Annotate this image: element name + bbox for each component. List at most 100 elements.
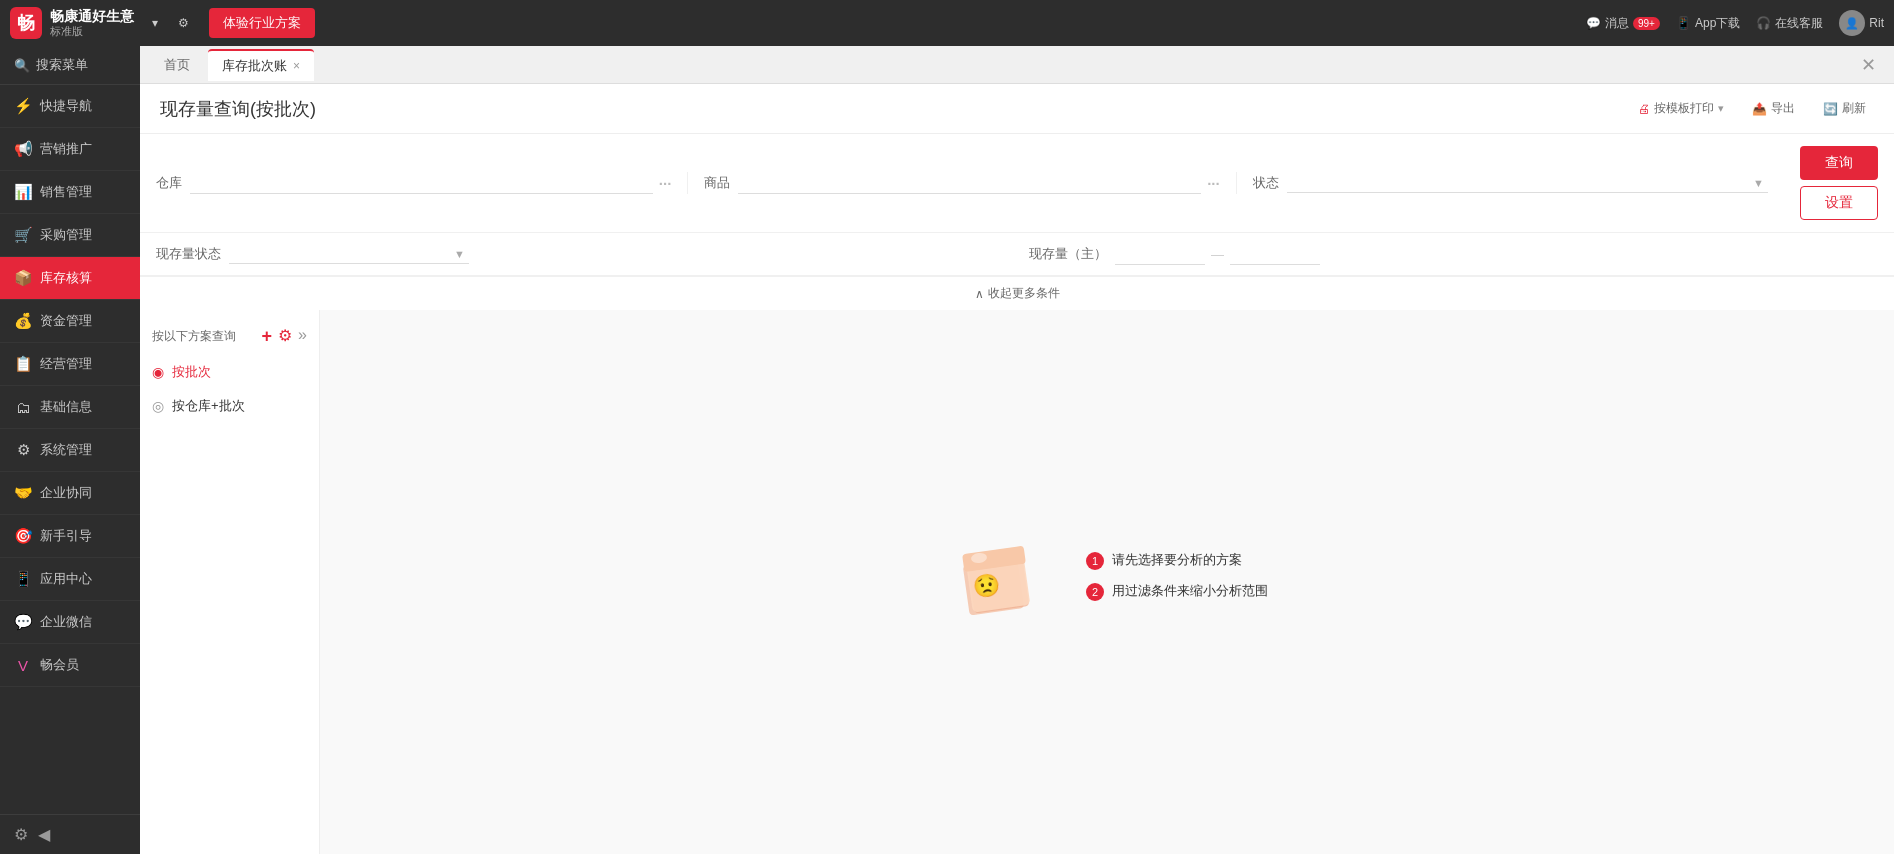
product-input[interactable] <box>738 172 1201 194</box>
search-label: 搜索菜单 <box>36 56 88 74</box>
newbie-icon: 🎯 <box>14 527 32 545</box>
phone-icon: 📱 <box>1676 16 1691 30</box>
filter-product: 商品 ··· <box>688 172 1236 194</box>
stock-status-label: 现存量状态 <box>156 245 221 263</box>
sales-icon: 📊 <box>14 183 32 201</box>
main-content: 按以下方案查询 + ⚙ » ◉ 按批次 ◎ 按仓库+批次 <box>140 310 1894 854</box>
inventory-icon: 📦 <box>14 269 32 287</box>
top-right-actions: 💬 消息 99+ 📱 App下载 🎧 在线客服 👤 Rit <box>1586 10 1884 36</box>
online-service-item[interactable]: 🎧 在线客服 <box>1756 15 1823 32</box>
stock-amount-from[interactable] <box>1115 243 1205 265</box>
stock-amount-to[interactable] <box>1230 243 1320 265</box>
chevron-down-icon: ▾ <box>152 16 158 30</box>
sidebar-item-wechat[interactable]: 💬 企业微信 <box>0 601 140 644</box>
message-badge: 99+ <box>1633 17 1660 30</box>
operations-icon: 📋 <box>14 355 32 373</box>
sidebar-item-newbie[interactable]: 🎯 新手引导 <box>0 515 140 558</box>
sidebar-label-enterprise: 企业协同 <box>40 484 92 502</box>
filter-warehouse: 仓库 ··· <box>156 172 688 194</box>
print-btn[interactable]: 🖨 按模板打印 ▾ <box>1630 96 1732 121</box>
settings-button[interactable]: 设置 <box>1800 186 1878 220</box>
stock-status-select[interactable]: ▼ <box>229 245 469 264</box>
status-label: 状态 <box>1253 174 1281 192</box>
message-item[interactable]: 💬 消息 99+ <box>1586 15 1660 32</box>
export-label: 导出 <box>1771 100 1795 117</box>
content-area: 首页 库存批次账 × ✕ 现存量查询(按批次) 🖨 按模板打印 ▾ 📤 <box>140 46 1894 854</box>
sidebar-item-sales[interactable]: 📊 销售管理 <box>0 171 140 214</box>
add-scheme-btn[interactable]: + <box>262 326 273 347</box>
sidebar-item-appstore[interactable]: 📱 应用中心 <box>0 558 140 601</box>
print-icon: 🖨 <box>1638 102 1650 116</box>
filter-row-1: 仓库 ··· 商品 ··· 状态 ▼ 查询 <box>140 134 1894 233</box>
panel-collapse-btn[interactable]: » <box>298 326 307 347</box>
gear-icon: ⚙ <box>178 16 189 30</box>
warehouse-dots[interactable]: ··· <box>659 175 672 192</box>
system-icon: ⚙ <box>14 441 32 459</box>
nav-dropdown[interactable]: ▾ <box>144 12 166 34</box>
filter-row-2: 现存量状态 ▼ 现存量（主） — <box>140 233 1894 276</box>
sidebar-bottom: ⚙ ◀ <box>0 814 140 854</box>
user-avatar: 👤 <box>1839 10 1865 36</box>
warehouse-input[interactable] <box>190 172 653 194</box>
try-industry-button[interactable]: 体验行业方案 <box>209 8 315 38</box>
sidebar-item-system[interactable]: ⚙ 系统管理 <box>0 429 140 472</box>
sidebar-label-marketing: 营销推广 <box>40 140 92 158</box>
sidebar-label-finance: 资金管理 <box>40 312 92 330</box>
export-btn[interactable]: 📤 导出 <box>1744 96 1803 121</box>
empty-text-container: 1 请先选择要分析的方案 2 用过滤条件来缩小分析范围 <box>1086 551 1268 613</box>
scheme-by-batch[interactable]: ◉ 按批次 <box>140 355 319 389</box>
tab-bar-close-button[interactable]: ✕ <box>1853 50 1884 80</box>
sidebar-label-purchase: 采购管理 <box>40 226 92 244</box>
app-download-item[interactable]: 📱 App下载 <box>1676 15 1740 32</box>
wechat-icon: 💬 <box>14 613 32 631</box>
print-chevron-icon: ▾ <box>1718 102 1724 115</box>
collapse-bar[interactable]: ∧ 收起更多条件 <box>140 276 1894 310</box>
empty-step-1: 1 请先选择要分析的方案 <box>1086 551 1268 570</box>
status-select[interactable]: ▼ <box>1287 174 1768 193</box>
left-panel-actions: + ⚙ » <box>262 326 307 347</box>
sidebar-item-finance[interactable]: 💰 资金管理 <box>0 300 140 343</box>
product-dots[interactable]: ··· <box>1207 175 1220 192</box>
query-button[interactable]: 查询 <box>1800 146 1878 180</box>
sidebar-item-purchase[interactable]: 🛒 采购管理 <box>0 214 140 257</box>
empty-icon-container: 😟 <box>946 527 1056 637</box>
tab-home-label: 首页 <box>164 56 190 74</box>
nav-settings[interactable]: ⚙ <box>170 12 197 34</box>
sidebar-item-marketing[interactable]: 📢 营销推广 <box>0 128 140 171</box>
online-service-label: 在线客服 <box>1775 15 1823 32</box>
refresh-label: 刷新 <box>1842 100 1866 117</box>
scheme-by-warehouse-batch[interactable]: ◎ 按仓库+批次 <box>140 389 319 423</box>
tab-home[interactable]: 首页 <box>150 49 204 81</box>
left-panel: 按以下方案查询 + ⚙ » ◉ 按批次 ◎ 按仓库+批次 <box>140 310 320 854</box>
sidebar-label-member: 畅会员 <box>40 656 79 674</box>
user-item[interactable]: 👤 Rit <box>1839 10 1884 36</box>
brand-name: 畅康通好生意 <box>50 8 134 25</box>
step-1-text: 请先选择要分析的方案 <box>1112 551 1242 569</box>
sidebar-settings-btn[interactable]: ⚙ <box>14 825 28 844</box>
product-label: 商品 <box>704 174 732 192</box>
left-panel-title: 按以下方案查询 <box>152 328 236 345</box>
left-panel-header: 按以下方案查询 + ⚙ » <box>140 318 319 355</box>
sidebar-item-enterprise[interactable]: 🤝 企业协同 <box>0 472 140 515</box>
tab-bar: 首页 库存批次账 × ✕ <box>140 46 1894 84</box>
refresh-btn[interactable]: 🔄 刷新 <box>1815 96 1874 121</box>
finance-icon: 💰 <box>14 312 32 330</box>
page-title: 现存量查询(按批次) <box>160 97 316 121</box>
sidebar-collapse-btn[interactable]: ◀ <box>38 825 50 844</box>
user-avatar-icon: 👤 <box>1845 17 1859 30</box>
tab-batch-account[interactable]: 库存批次账 × <box>208 49 314 81</box>
sidebar-item-member[interactable]: V 畅会员 <box>0 644 140 687</box>
sidebar-item-operations[interactable]: 📋 经营管理 <box>0 343 140 386</box>
sidebar-item-inventory[interactable]: 📦 库存核算 <box>0 257 140 300</box>
scheme-settings-btn[interactable]: ⚙ <box>278 326 292 347</box>
scheme-normal-icon: ◎ <box>152 398 164 414</box>
tab-close-btn[interactable]: × <box>293 59 300 73</box>
collapse-up-icon: ∧ <box>975 287 984 301</box>
sidebar-search[interactable]: 🔍 搜索菜单 <box>0 46 140 85</box>
sidebar-item-quick-nav[interactable]: ⚡ 快捷导航 <box>0 85 140 128</box>
quick-nav-icon: ⚡ <box>14 97 32 115</box>
export-icon: 📤 <box>1752 102 1767 116</box>
sidebar-item-basic[interactable]: 🗂 基础信息 <box>0 386 140 429</box>
tab-bar-right: ✕ <box>1853 50 1884 80</box>
filter-stock-status: 现存量状态 ▼ <box>156 245 1005 264</box>
